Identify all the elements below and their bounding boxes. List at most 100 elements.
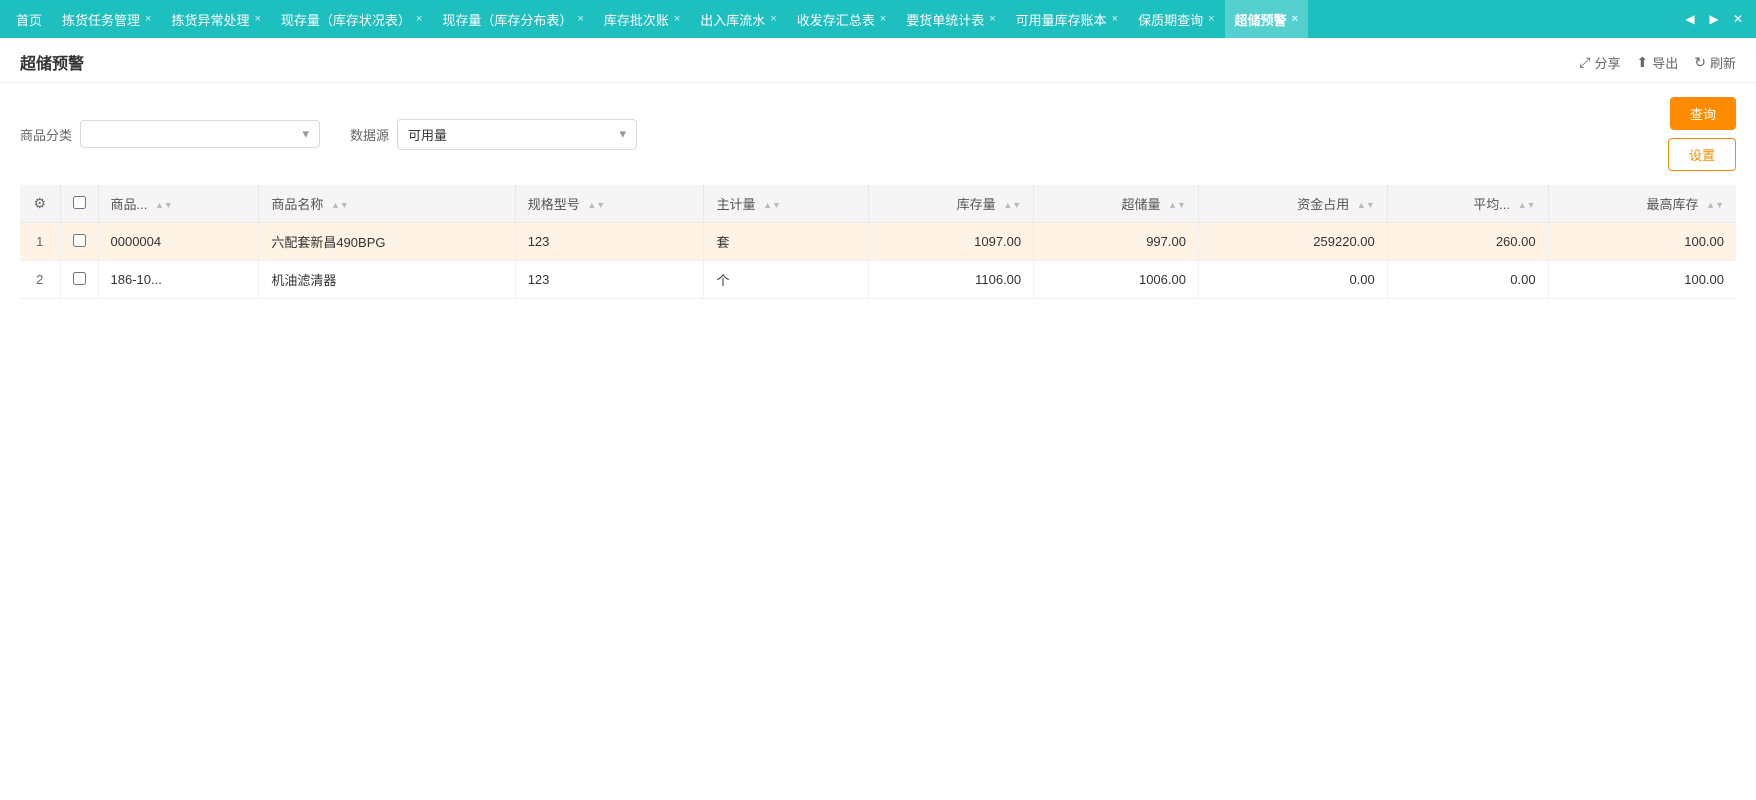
col-max-stock[interactable]: 最高库存 ▲▼ [1548,185,1736,223]
sort-icon: ▲▼ [1168,201,1186,210]
close-icon[interactable]: × [1292,13,1298,25]
table-container: ⚙ 商品... ▲▼ 商品名称 ▲▼ 规格型号 ▲▼ 主计 [0,185,1756,299]
col-stock[interactable]: 库存量 ▲▼ [869,185,1034,223]
unit: 套 [704,223,869,261]
close-icon[interactable]: × [577,13,583,25]
spec: 123 [515,223,704,261]
col-unit[interactable]: 主计量 ▲▼ [704,185,869,223]
sort-icon: ▲▼ [1518,201,1536,210]
close-icon[interactable]: × [145,13,151,25]
unit: 个 [704,261,869,299]
close-icon[interactable]: × [1112,13,1118,25]
export-icon: ⬆ [1637,54,1649,71]
share-button[interactable]: ⤢ 分享 [1579,53,1620,72]
nav-next-arrow[interactable]: ▶ [1702,0,1726,38]
goods-code: 0000004 [98,223,259,261]
goods-code: 186-10... [98,261,259,299]
close-icon[interactable]: × [989,13,995,25]
category-select[interactable]: ▾ [80,120,320,148]
table-row: 1 0000004 六配套新昌490BPG 123 套 1097.00 997.… [20,223,1736,261]
gear-icon[interactable]: ⚙ [33,195,46,211]
refresh-icon: ↻ [1694,54,1706,71]
sort-icon: ▲▼ [1003,201,1021,210]
category-filter-group: 商品分类 ▾ [20,120,320,148]
nav-item-2[interactable]: 拣货异常处理 × [161,0,270,38]
nav-item-5[interactable]: 库存批次账 × [594,0,690,38]
datasource-label: 数据源 [350,125,389,144]
filter-actions: 查询 设置 [1668,97,1736,171]
avg: 260.00 [1387,223,1548,261]
close-icon[interactable]: × [1208,13,1214,25]
datasource-select[interactable]: 可用量 ▾ [397,119,637,150]
set-button[interactable]: 设置 [1668,138,1736,171]
close-icon[interactable]: × [254,13,260,25]
close-icon[interactable]: × [880,13,886,25]
nav-item-home[interactable]: 首页 [6,0,52,38]
chevron-down-icon: ▾ [302,126,309,142]
close-icon[interactable]: × [770,13,776,25]
nav-item-9[interactable]: 可用量库存账本 × [1006,0,1128,38]
select-all-checkbox[interactable] [73,196,86,209]
sort-icon: ▲▼ [1357,201,1375,210]
row-checkbox[interactable] [73,272,86,285]
filter-area: 商品分类 ▾ 数据源 可用量 ▾ 查询 设置 [0,83,1756,185]
nav-arrows: ◀ ▶ ✕ [1678,0,1750,38]
col-avg[interactable]: 平均... ▲▼ [1387,185,1548,223]
nav-item-1[interactable]: 拣货任务管理 × [52,0,161,38]
checkbox-header[interactable] [60,185,98,223]
header-actions: ⤢ 分享 ⬆ 导出 ↻ 刷新 [1579,53,1736,72]
category-label: 商品分类 [20,125,72,144]
nav-prev-arrow[interactable]: ◀ [1678,0,1702,38]
col-over-stock[interactable]: 超储量 ▲▼ [1034,185,1199,223]
col-spec[interactable]: 规格型号 ▲▼ [515,185,704,223]
col-goods-name[interactable]: 商品名称 ▲▼ [259,185,515,223]
sort-icon: ▲▼ [763,201,781,210]
close-icon[interactable]: × [674,13,680,25]
share-icon: ⤢ [1579,54,1590,71]
row-number: 2 [20,261,60,299]
refresh-button[interactable]: ↻ 刷新 [1694,53,1736,72]
nav-item-4[interactable]: 现存量（库存分布表） × [432,0,593,38]
max-stock: 100.00 [1548,223,1736,261]
capital: 0.00 [1198,261,1387,299]
max-stock: 100.00 [1548,261,1736,299]
query-button[interactable]: 查询 [1670,97,1736,130]
col-goods-code[interactable]: 商品... ▲▼ [98,185,259,223]
capital: 259220.00 [1198,223,1387,261]
export-button[interactable]: ⬆ 导出 [1637,53,1679,72]
page-header: 超储预警 ⤢ 分享 ⬆ 导出 ↻ 刷新 [0,38,1756,83]
top-nav: 首页 拣货任务管理 × 拣货异常处理 × 现存量（库存状况表） × 现存量（库存… [0,0,1756,38]
nav-item-6[interactable]: 出入库流水 × [690,0,786,38]
goods-name: 机油滤清器 [259,261,515,299]
datasource-value: 可用量 [408,125,447,144]
datasource-filter-group: 数据源 可用量 ▾ [350,119,637,150]
table-header-row: ⚙ 商品... ▲▼ 商品名称 ▲▼ 规格型号 ▲▼ 主计 [20,185,1736,223]
row-checkbox[interactable] [73,234,86,247]
nav-item-3[interactable]: 现存量（库存状况表） × [271,0,432,38]
row-checkbox-cell[interactable] [60,261,98,299]
nav-item-11[interactable]: 超储预警 × [1225,0,1308,38]
close-icon[interactable]: × [416,13,422,25]
sort-icon: ▲▼ [331,201,349,210]
over-stock: 997.00 [1034,223,1199,261]
avg: 0.00 [1387,261,1548,299]
nav-item-8[interactable]: 要货单统计表 × [896,0,1005,38]
over-stock: 1006.00 [1034,261,1199,299]
stock: 1106.00 [869,261,1034,299]
col-capital[interactable]: 资金占用 ▲▼ [1198,185,1387,223]
goods-name: 六配套新昌490BPG [259,223,515,261]
stock: 1097.00 [869,223,1034,261]
row-number: 1 [20,223,60,261]
page-title: 超储预警 [20,50,84,74]
nav-item-7[interactable]: 收发存汇总表 × [787,0,896,38]
spec: 123 [515,261,704,299]
row-checkbox-cell[interactable] [60,223,98,261]
nav-item-10[interactable]: 保质期查询 × [1128,0,1224,38]
sort-icon: ▲▼ [587,201,605,210]
gear-header[interactable]: ⚙ [20,185,60,223]
table-row: 2 186-10... 机油滤清器 123 个 1106.00 1006.00 … [20,261,1736,299]
sort-icon: ▲▼ [1706,201,1724,210]
chevron-down-icon: ▾ [620,126,627,142]
sort-icon: ▲▼ [155,201,173,210]
nav-close-arrow[interactable]: ✕ [1726,0,1750,38]
